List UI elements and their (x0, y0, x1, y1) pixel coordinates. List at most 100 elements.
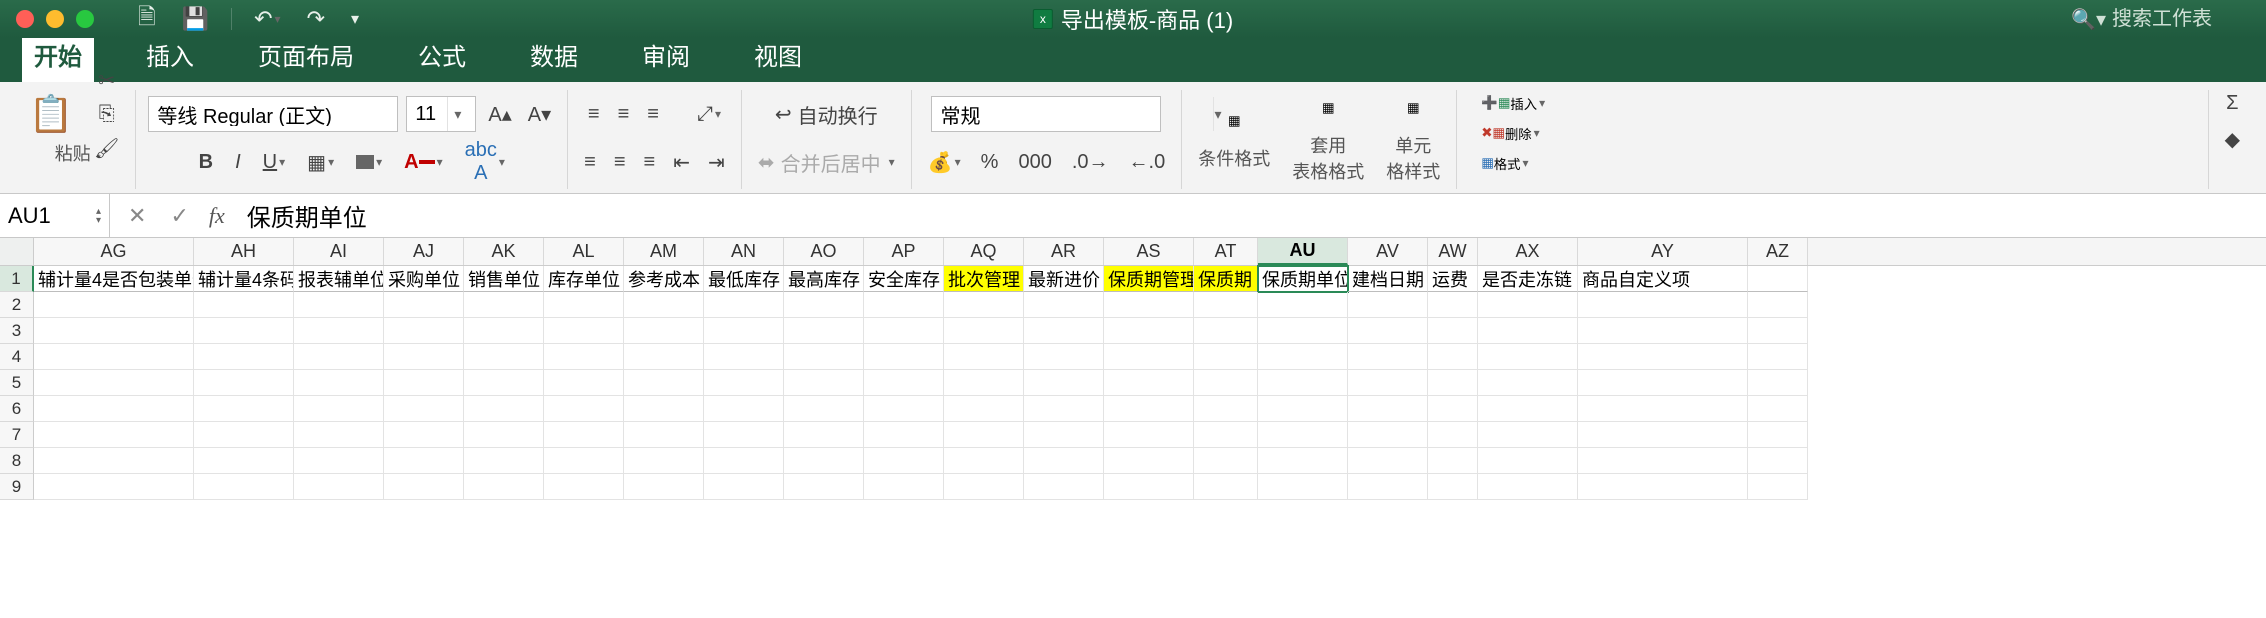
format-cells-button[interactable]: ▦ 格式 ▾ (1477, 152, 1532, 175)
column-header-AK[interactable]: AK (464, 238, 544, 265)
cell-AH9[interactable] (194, 474, 294, 500)
cell-AZ5[interactable] (1748, 370, 1808, 396)
format-as-table-button[interactable]: ▦ 套用 表格格式 (1288, 90, 1368, 186)
cell-AV5[interactable] (1348, 370, 1428, 396)
cell-AJ6[interactable] (384, 396, 464, 422)
italic-button[interactable]: I (231, 149, 245, 176)
cell-AW8[interactable] (1428, 448, 1478, 474)
row-header-6[interactable]: 6 (0, 396, 34, 422)
cell-AS9[interactable] (1104, 474, 1194, 500)
cell-AV3[interactable] (1348, 318, 1428, 344)
cell-AS2[interactable] (1104, 292, 1194, 318)
number-format-input[interactable] (932, 103, 1213, 126)
cell-AR5[interactable] (1024, 370, 1104, 396)
row-header-3[interactable]: 3 (0, 318, 34, 344)
cell-AL3[interactable] (544, 318, 624, 344)
cell-AU5[interactable] (1258, 370, 1348, 396)
cell-AJ1[interactable]: 采购单位 (384, 266, 464, 292)
column-header-AU[interactable]: AU (1258, 238, 1348, 265)
cell-AH5[interactable] (194, 370, 294, 396)
cell-AH8[interactable] (194, 448, 294, 474)
percent-button[interactable]: % (977, 149, 1003, 176)
cell-AN2[interactable] (704, 292, 784, 318)
cell-AO2[interactable] (784, 292, 864, 318)
cell-AW2[interactable] (1428, 292, 1478, 318)
cell-AK5[interactable] (464, 370, 544, 396)
cell-AM5[interactable] (624, 370, 704, 396)
cell-AU1[interactable]: 保质期单位 (1258, 266, 1348, 292)
cell-AX3[interactable] (1478, 318, 1578, 344)
increase-decimal-button[interactable]: .0→ (1068, 149, 1113, 176)
column-header-AX[interactable]: AX (1478, 238, 1578, 265)
cell-AU4[interactable] (1258, 344, 1348, 370)
row-header-2[interactable]: 2 (0, 292, 34, 318)
cell-AJ5[interactable] (384, 370, 464, 396)
cell-AV6[interactable] (1348, 396, 1428, 422)
column-header-AH[interactable]: AH (194, 238, 294, 265)
cell-AH7[interactable] (194, 422, 294, 448)
cell-AZ1[interactable] (1748, 266, 1808, 292)
cell-AX2[interactable] (1478, 292, 1578, 318)
align-right-button[interactable]: ≡ (640, 149, 660, 176)
cell-AT2[interactable] (1194, 292, 1258, 318)
cell-AT6[interactable] (1194, 396, 1258, 422)
cell-AU9[interactable] (1258, 474, 1348, 500)
cell-AV9[interactable] (1348, 474, 1428, 500)
cell-AG4[interactable] (34, 344, 194, 370)
cell-AX9[interactable] (1478, 474, 1578, 500)
cell-AY5[interactable] (1578, 370, 1748, 396)
cell-AG9[interactable] (34, 474, 194, 500)
qat-customize-icon[interactable]: ▾ (347, 7, 363, 31)
wrap-text-button[interactable]: ↩ 自动换行 (771, 98, 882, 131)
cell-AV8[interactable] (1348, 448, 1428, 474)
cell-AN5[interactable] (704, 370, 784, 396)
cell-AI4[interactable] (294, 344, 384, 370)
cell-AY3[interactable] (1578, 318, 1748, 344)
cell-AO8[interactable] (784, 448, 864, 474)
cell-AW3[interactable] (1428, 318, 1478, 344)
cell-AO1[interactable]: 最高库存 (784, 266, 864, 292)
cell-AR7[interactable] (1024, 422, 1104, 448)
cell-AS6[interactable] (1104, 396, 1194, 422)
autosum-button[interactable]: Σ (2222, 90, 2242, 117)
cell-AL7[interactable] (544, 422, 624, 448)
name-box[interactable]: ▴▾ (0, 194, 110, 237)
cell-AQ5[interactable] (944, 370, 1024, 396)
cell-AJ4[interactable] (384, 344, 464, 370)
chevron-down-icon[interactable]: ▾ (447, 97, 467, 131)
cell-AJ9[interactable] (384, 474, 464, 500)
cell-AY7[interactable] (1578, 422, 1748, 448)
cell-AI3[interactable] (294, 318, 384, 344)
column-header-AZ[interactable]: AZ (1748, 238, 1808, 265)
fill-color-button[interactable]: ▾ (352, 153, 386, 171)
undo-icon[interactable]: ↶ ▾ (250, 4, 284, 34)
font-color-button[interactable]: A▾ (400, 149, 446, 176)
cell-AK3[interactable] (464, 318, 544, 344)
align-top-button[interactable]: ≡ (584, 101, 604, 128)
cell-AI8[interactable] (294, 448, 384, 474)
column-header-AR[interactable]: AR (1024, 238, 1104, 265)
fx-icon[interactable]: fx (209, 203, 225, 229)
merge-button[interactable]: ⬌ 合并后居中 ▾ (754, 146, 899, 179)
cell-AG1[interactable]: 辅计量4是否包装单位 (34, 266, 194, 292)
comma-button[interactable]: 000 (1014, 149, 1055, 176)
column-header-AQ[interactable]: AQ (944, 238, 1024, 265)
cell-AJ7[interactable] (384, 422, 464, 448)
cell-AN6[interactable] (704, 396, 784, 422)
cell-AO6[interactable] (784, 396, 864, 422)
enter-formula-icon[interactable]: ✓ (166, 201, 192, 231)
cell-AM8[interactable] (624, 448, 704, 474)
cell-AV7[interactable] (1348, 422, 1428, 448)
column-header-AP[interactable]: AP (864, 238, 944, 265)
cell-AY1[interactable]: 商品自定义项 (1578, 266, 1748, 292)
cell-AM7[interactable] (624, 422, 704, 448)
cell-AP7[interactable] (864, 422, 944, 448)
cell-AM6[interactable] (624, 396, 704, 422)
cell-AO7[interactable] (784, 422, 864, 448)
cell-AN4[interactable] (704, 344, 784, 370)
save-icon[interactable]: 💾 (178, 4, 213, 34)
cell-AP2[interactable] (864, 292, 944, 318)
cell-AT4[interactable] (1194, 344, 1258, 370)
align-bottom-button[interactable]: ≡ (643, 101, 663, 128)
cell-AW7[interactable] (1428, 422, 1478, 448)
